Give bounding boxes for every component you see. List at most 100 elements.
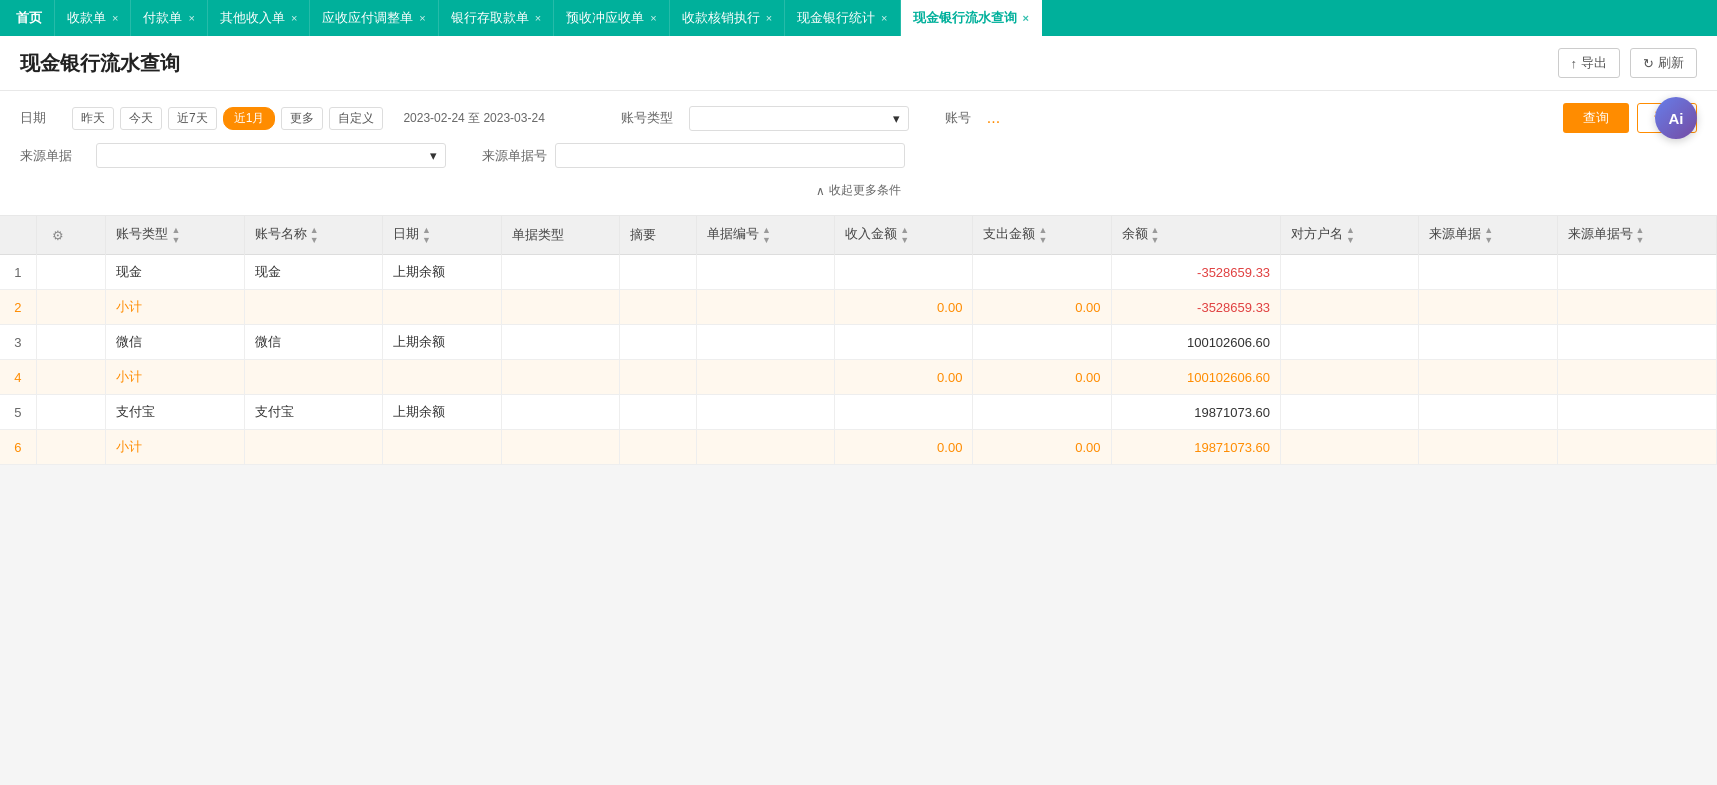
collapse-icon: ∧	[816, 184, 825, 198]
table-row: 1现金现金上期余额-3528659.33	[0, 255, 1717, 290]
cell-doc_no	[696, 360, 834, 395]
cell-date	[382, 360, 501, 395]
cell-expense: 0.00	[973, 430, 1111, 465]
col-header-doc_no[interactable]: 单据编号▲▼	[696, 216, 834, 255]
collapse-bar[interactable]: ∧ 收起更多条件	[20, 178, 1697, 203]
date-option-自定义[interactable]: 自定义	[329, 107, 383, 130]
source-doc-no-label: 来源单据号	[482, 147, 547, 165]
cell-counterparty	[1281, 395, 1419, 430]
settings-col-icon[interactable]: ⚙	[47, 224, 69, 246]
cell-summary	[620, 395, 696, 430]
cell-account_name: 现金	[244, 255, 382, 290]
source-doc-chevron-icon: ▾	[430, 148, 437, 163]
sort-icon-balance: ▲▼	[1151, 225, 1160, 245]
col-header-counterparty[interactable]: 对方户名▲▼	[1281, 216, 1419, 255]
col-header-date[interactable]: 日期▲▼	[382, 216, 501, 255]
date-range: 2023-02-24 至 2023-03-24	[403, 110, 544, 127]
close-tab-icon[interactable]: ×	[650, 12, 656, 24]
nav-tab-其他收入单[interactable]: 其他收入单×	[208, 0, 310, 36]
row-number: 4	[0, 360, 36, 395]
cell-source_doc_no	[1557, 430, 1717, 465]
cell-counterparty	[1281, 325, 1419, 360]
row-settings-cell	[36, 290, 106, 325]
ai-badge[interactable]: Ai	[1655, 97, 1697, 139]
export-button[interactable]: ↑ 导出	[1558, 48, 1621, 78]
cell-balance: 100102606.60	[1111, 325, 1281, 360]
close-tab-icon[interactable]: ×	[188, 12, 194, 24]
nav-tab-应收应付调整单[interactable]: 应收应付调整单×	[310, 0, 438, 36]
nav-tab-预收冲应收单[interactable]: 预收冲应收单×	[554, 0, 669, 36]
sort-icon-expense: ▲▼	[1038, 225, 1047, 245]
cell-summary	[620, 255, 696, 290]
cell-doc_type	[501, 255, 620, 290]
date-option-更多[interactable]: 更多	[281, 107, 323, 130]
table-row: 3微信微信上期余额100102606.60	[0, 325, 1717, 360]
account-type-select[interactable]: ▾	[689, 106, 909, 131]
col-header-income[interactable]: 收入金额▲▼	[835, 216, 973, 255]
cell-expense: 0.00	[973, 360, 1111, 395]
cell-source_doc	[1419, 430, 1557, 465]
row-settings-cell	[36, 325, 106, 360]
col-header-summary: 摘要	[620, 216, 696, 255]
nav-home[interactable]: 首页	[4, 0, 55, 36]
refresh-button[interactable]: ↻ 刷新	[1630, 48, 1697, 78]
source-doc-no-input[interactable]	[555, 143, 905, 168]
nav-tab-付款单[interactable]: 付款单×	[131, 0, 207, 36]
data-table: ⚙账号类型▲▼账号名称▲▼日期▲▼单据类型摘要单据编号▲▼收入金额▲▼支出金额▲…	[0, 216, 1717, 465]
filter-row-1: 日期 昨天今天近7天近1月更多自定义 2023-02-24 至 2023-03-…	[20, 103, 1697, 133]
col-header-source_doc[interactable]: 来源单据▲▼	[1419, 216, 1557, 255]
cell-counterparty	[1281, 290, 1419, 325]
date-option-今天[interactable]: 今天	[120, 107, 162, 130]
col-header-balance[interactable]: 余额▲▼	[1111, 216, 1281, 255]
cell-balance: 100102606.60	[1111, 360, 1281, 395]
top-nav: 首页 收款单×付款单×其他收入单×应收应付调整单×银行存取款单×预收冲应收单×收…	[0, 0, 1717, 36]
close-tab-icon[interactable]: ×	[419, 12, 425, 24]
nav-tab-收款单[interactable]: 收款单×	[55, 0, 131, 36]
col-header-expense[interactable]: 支出金额▲▼	[973, 216, 1111, 255]
cell-account_name	[244, 360, 382, 395]
row-settings-cell	[36, 430, 106, 465]
row-settings-cell	[36, 255, 106, 290]
row-number: 3	[0, 325, 36, 360]
cell-doc_no	[696, 255, 834, 290]
cell-balance: -3528659.33	[1111, 290, 1281, 325]
cell-account_type: 微信	[106, 325, 244, 360]
table-wrapper: ⚙账号类型▲▼账号名称▲▼日期▲▼单据类型摘要单据编号▲▼收入金额▲▼支出金额▲…	[0, 216, 1717, 465]
cell-doc_type	[501, 360, 620, 395]
nav-tab-现金银行流水查询[interactable]: 现金银行流水查询×	[901, 0, 1042, 36]
nav-tab-银行存取款单[interactable]: 银行存取款单×	[439, 0, 554, 36]
cell-counterparty	[1281, 360, 1419, 395]
cell-balance: 19871073.60	[1111, 395, 1281, 430]
row-number: 1	[0, 255, 36, 290]
cell-summary	[620, 325, 696, 360]
nav-tab-收款核销执行[interactable]: 收款核销执行×	[670, 0, 785, 36]
query-button[interactable]: 查询	[1563, 103, 1629, 133]
cell-date: 上期余额	[382, 255, 501, 290]
close-tab-icon[interactable]: ×	[1023, 12, 1029, 24]
close-tab-icon[interactable]: ×	[112, 12, 118, 24]
nav-tab-现金银行统计[interactable]: 现金银行统计×	[785, 0, 900, 36]
cell-account_name: 微信	[244, 325, 382, 360]
date-option-近7天[interactable]: 近7天	[168, 107, 217, 130]
date-option-近1月[interactable]: 近1月	[223, 107, 276, 130]
account-dots[interactable]: ...	[983, 109, 1004, 127]
cell-account_name	[244, 290, 382, 325]
col-header-source_doc_no[interactable]: 来源单据号▲▼	[1557, 216, 1717, 255]
close-tab-icon[interactable]: ×	[291, 12, 297, 24]
cell-balance: 19871073.60	[1111, 430, 1281, 465]
col-header-account_name[interactable]: 账号名称▲▼	[244, 216, 382, 255]
sort-icon-income: ▲▼	[900, 225, 909, 245]
sort-icon-account_type: ▲▼	[171, 225, 180, 245]
cell-account_type: 小计	[106, 290, 244, 325]
close-tab-icon[interactable]: ×	[535, 12, 541, 24]
date-option-昨天[interactable]: 昨天	[72, 107, 114, 130]
sort-icon-doc_no: ▲▼	[762, 225, 771, 245]
close-tab-icon[interactable]: ×	[881, 12, 887, 24]
table-header: ⚙账号类型▲▼账号名称▲▼日期▲▼单据类型摘要单据编号▲▼收入金额▲▼支出金额▲…	[0, 216, 1717, 255]
source-doc-select[interactable]: ▾	[96, 143, 446, 168]
page-header: 现金银行流水查询 ↑ 导出 ↻ 刷新	[0, 36, 1717, 91]
sort-icon-source_doc_no: ▲▼	[1636, 225, 1645, 245]
col-header-account_type[interactable]: 账号类型▲▼	[106, 216, 244, 255]
filter-row-2: 来源单据 ▾ 来源单据号	[20, 143, 1697, 168]
close-tab-icon[interactable]: ×	[766, 12, 772, 24]
